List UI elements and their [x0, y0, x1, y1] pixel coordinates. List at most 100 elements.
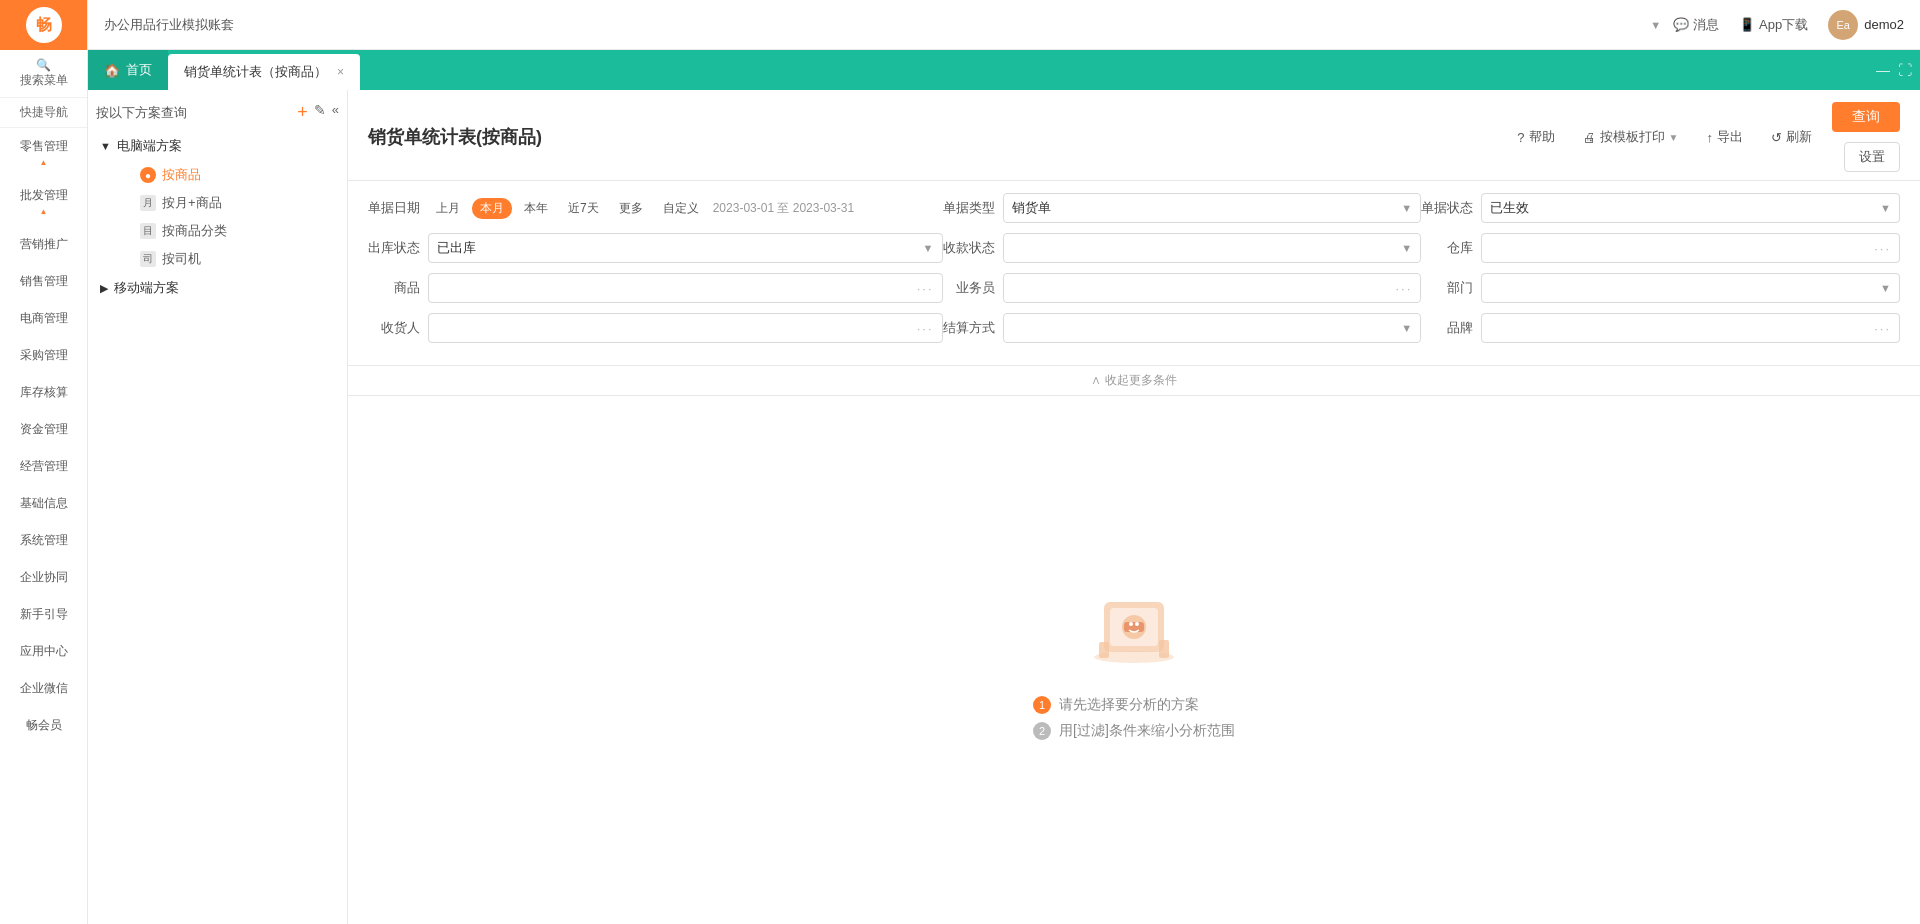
filter-tree-pc-items: ● 按商品 月 按月+商品 目 按商品分类: [96, 161, 339, 273]
sidebar-item-app-center[interactable]: 应用中心: [0, 633, 87, 670]
filter-field-payment-status: 收款状态 ▼: [943, 233, 1422, 263]
filter-row-2: 出库状态 已出库 ▼ 收款状态 ▼: [368, 233, 1900, 263]
home-icon: 🏠: [104, 63, 120, 78]
sidebar-item-ecommerce[interactable]: 电商管理: [0, 300, 87, 337]
filter-form: 单据日期 上月 本月 本年 近7天 更多 自定义 20: [348, 181, 1920, 366]
svg-rect-4: [1124, 622, 1144, 632]
dept-input[interactable]: ▼: [1481, 273, 1900, 303]
filter-tree-group-pc-header[interactable]: ▼ 电脑端方案: [96, 131, 339, 161]
doc-type-label: 单据类型: [943, 199, 1003, 217]
date-tab-this-month[interactable]: 本月: [472, 198, 512, 219]
filter-tree-item-by-driver[interactable]: 司 按司机: [112, 245, 339, 273]
mobile-group-label: 移动端方案: [114, 279, 179, 297]
svg-point-5: [1129, 622, 1133, 626]
action-area: 查询 设置: [1832, 102, 1900, 172]
tab-close-icon[interactable]: ×: [337, 65, 344, 79]
filter-field-dept: 部门 ▼: [1421, 273, 1900, 303]
print-dropdown-icon[interactable]: ▼: [1669, 132, 1679, 143]
filter-field-salesperson: 业务员 ···: [943, 273, 1422, 303]
date-tab-last-month[interactable]: 上月: [428, 198, 468, 219]
main-header: 销货单统计表(按商品) ? 帮助 🖨 按模板打印 ▼ ↑: [348, 90, 1920, 181]
maximize-icon[interactable]: ⛶: [1898, 62, 1912, 78]
query-button[interactable]: 查询: [1832, 102, 1900, 132]
payment-status-input[interactable]: ▼: [1003, 233, 1422, 263]
salesperson-input[interactable]: ···: [1003, 273, 1422, 303]
export-icon: ↑: [1707, 130, 1714, 145]
app-download-action[interactable]: 📱 App下载: [1739, 16, 1808, 34]
main-area: 办公用品行业模拟账套 ▼ 💬 消息 📱 App下载 Ea demo2 🏠 首页 …: [88, 0, 1920, 924]
date-tab-this-year[interactable]: 本年: [516, 198, 556, 219]
tab-home[interactable]: 🏠 首页: [88, 50, 168, 90]
empty-illustration: [1074, 572, 1194, 672]
sidebar-item-wholesale[interactable]: 批发管理: [0, 177, 87, 226]
doc-type-input[interactable]: 销货单 ▼: [1003, 193, 1422, 223]
collapse-bar[interactable]: ∧ 收起更多条件: [348, 366, 1920, 396]
sidebar-item-marketing[interactable]: 营销推广: [0, 226, 87, 263]
minimize-icon[interactable]: —: [1876, 62, 1890, 78]
sidebar-item-search[interactable]: 🔍 搜索菜单: [0, 50, 87, 98]
sidebar-item-basic-info[interactable]: 基础信息: [0, 485, 87, 522]
export-button[interactable]: ↑ 导出: [1699, 124, 1752, 150]
receiver-dots-icon: ···: [917, 321, 934, 336]
page-wrapper: 按以下方案查询 + ✎ « ▼ 电脑端方案: [88, 90, 1920, 924]
filter-field-warehouse: 仓库 ···: [1421, 233, 1900, 263]
help-button[interactable]: ? 帮助: [1509, 124, 1562, 150]
product-input[interactable]: ···: [428, 273, 943, 303]
by-month-product-icon: 月: [140, 195, 156, 211]
doc-status-input[interactable]: 已生效 ▼: [1481, 193, 1900, 223]
user-menu[interactable]: Ea demo2: [1828, 10, 1904, 40]
pc-group-label: 电脑端方案: [117, 137, 182, 155]
by-driver-label: 按司机: [162, 250, 201, 268]
settlement-label: 结算方式: [943, 319, 1003, 337]
by-category-icon: 目: [140, 223, 156, 239]
salesperson-dots-icon: ···: [1395, 281, 1412, 296]
filter-tree-group-mobile-header[interactable]: ▶ 移动端方案: [96, 273, 339, 303]
doc-status-label: 单据状态: [1421, 199, 1481, 217]
filter-sidebar-actions: + ✎ «: [297, 102, 339, 123]
sidebar-item-quick-nav[interactable]: 快捷导航: [0, 98, 87, 128]
out-status-input[interactable]: 已出库 ▼: [428, 233, 943, 263]
product-label: 商品: [368, 279, 428, 297]
collapse-sidebar-icon[interactable]: «: [332, 102, 339, 123]
app-logo[interactable]: 畅: [0, 0, 87, 50]
settlement-input[interactable]: ▼: [1003, 313, 1422, 343]
tip-num-1: 1: [1033, 696, 1051, 714]
page-title: 销货单统计表(按商品): [368, 125, 542, 149]
add-scheme-icon[interactable]: +: [297, 102, 308, 123]
refresh-button[interactable]: ↺ 刷新: [1763, 124, 1820, 150]
tab-sales-stats[interactable]: 销货单统计表（按商品） ×: [168, 54, 360, 90]
filter-tree-item-by-month-product[interactable]: 月 按月+商品: [112, 189, 339, 217]
sidebar-item-finance[interactable]: 资金管理: [0, 411, 87, 448]
filter-sidebar: 按以下方案查询 + ✎ « ▼ 电脑端方案: [88, 90, 348, 924]
sidebar-item-system[interactable]: 系统管理: [0, 522, 87, 559]
settlement-arrow-icon: ▼: [1401, 322, 1412, 334]
receiver-input[interactable]: ···: [428, 313, 943, 343]
sidebar-item-wechat-work[interactable]: 企业微信: [0, 670, 87, 707]
date-tab-custom[interactable]: 自定义: [655, 198, 707, 219]
doc-type-value: 销货单: [1012, 199, 1051, 217]
empty-tip-1: 1 请先选择要分析的方案: [1033, 696, 1235, 714]
edit-scheme-icon[interactable]: ✎: [314, 102, 326, 123]
brand-input[interactable]: ···: [1481, 313, 1900, 343]
sidebar-item-retail[interactable]: 零售管理: [0, 128, 87, 177]
settings-button[interactable]: 设置: [1844, 142, 1900, 172]
date-tab-7days[interactable]: 近7天: [560, 198, 607, 219]
filter-tree-item-by-product[interactable]: ● 按商品: [112, 161, 339, 189]
message-action[interactable]: 💬 消息: [1673, 16, 1719, 34]
sidebar-item-member[interactable]: 畅会员: [0, 707, 87, 744]
topbar-dropdown-icon[interactable]: ▼: [1650, 19, 1661, 31]
filter-field-product: 商品 ···: [368, 273, 943, 303]
filter-tree-item-by-category[interactable]: 目 按商品分类: [112, 217, 339, 245]
print-button[interactable]: 🖨 按模板打印 ▼: [1575, 124, 1687, 150]
date-tab-more[interactable]: 更多: [611, 198, 651, 219]
sidebar-item-enterprise[interactable]: 企业协同: [0, 559, 87, 596]
warehouse-input[interactable]: ···: [1481, 233, 1900, 263]
filter-field-receiver: 收货人 ···: [368, 313, 943, 343]
sidebar-item-sales[interactable]: 销售管理: [0, 263, 87, 300]
sidebar-item-inventory[interactable]: 库存核算: [0, 374, 87, 411]
by-product-icon: ●: [140, 167, 156, 183]
sidebar-item-operations[interactable]: 经营管理: [0, 448, 87, 485]
sidebar-item-purchase[interactable]: 采购管理: [0, 337, 87, 374]
filter-tree-group-pc: ▼ 电脑端方案 ● 按商品 月 按月+商品: [96, 131, 339, 273]
sidebar-item-beginner[interactable]: 新手引导: [0, 596, 87, 633]
